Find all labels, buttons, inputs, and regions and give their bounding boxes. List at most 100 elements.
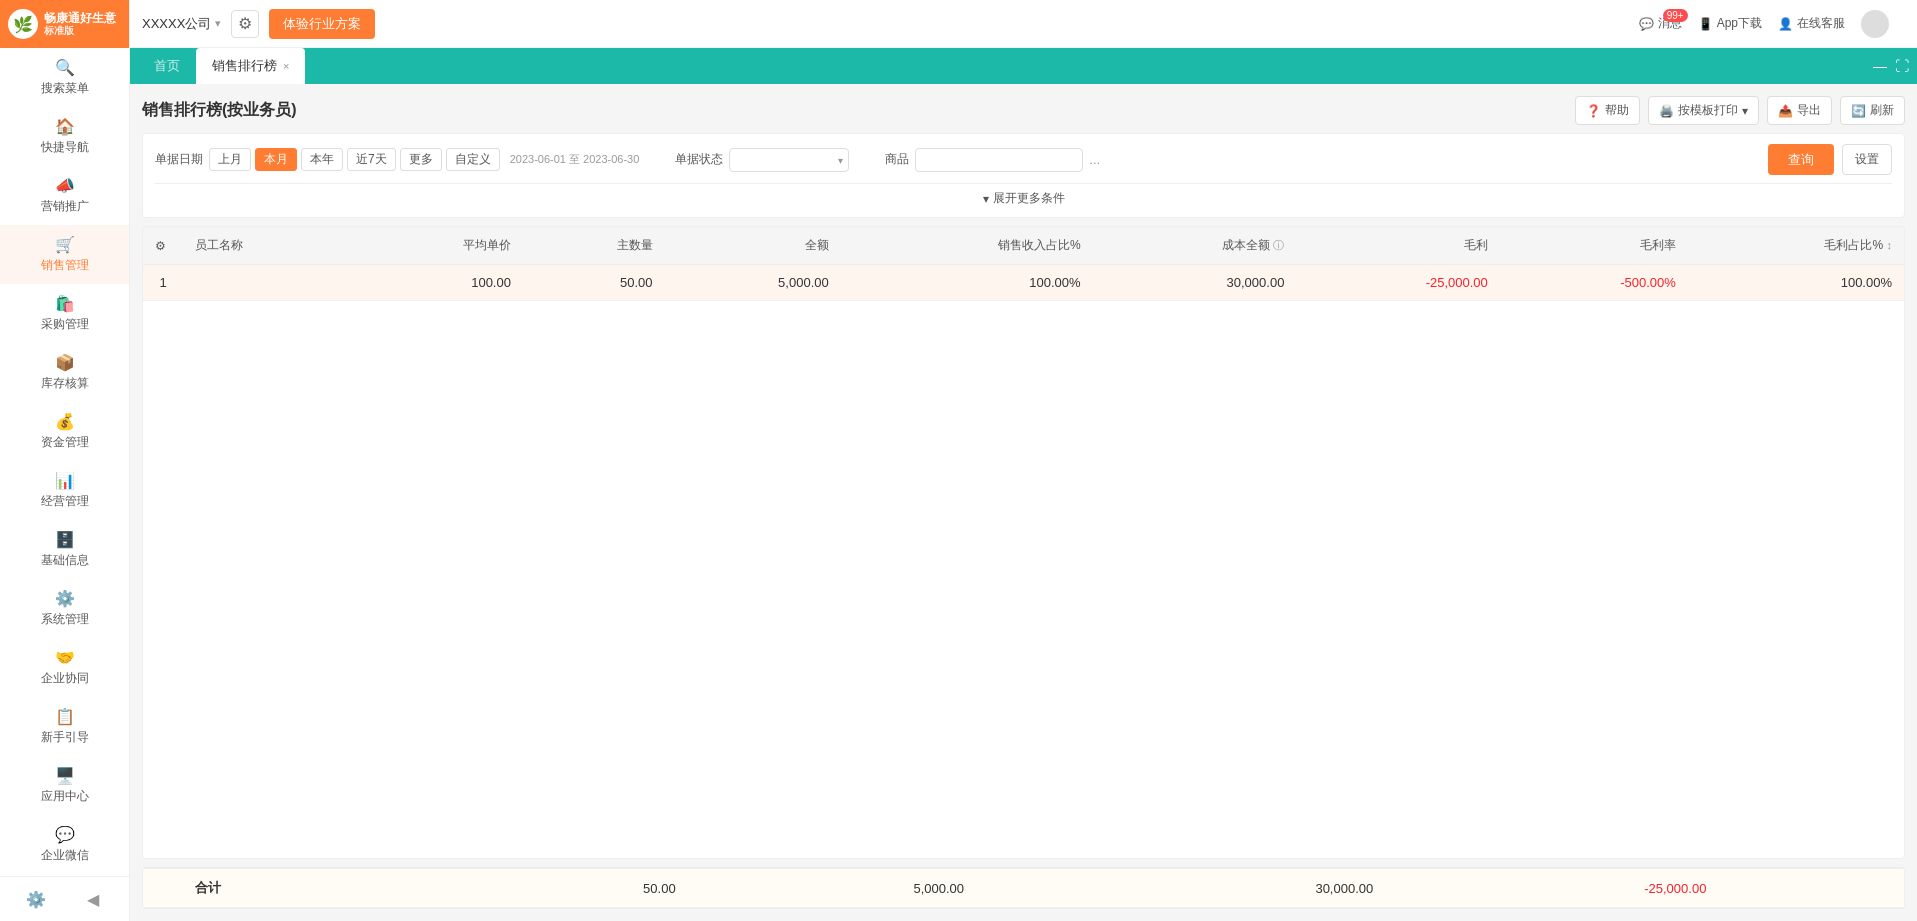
footer-cost: 30,000.00 [1069,869,1385,908]
sidebar-item-weixin[interactable]: 💬 企业微信 [0,815,129,874]
7days-btn[interactable]: 近7天 [347,148,396,171]
maximize-icon[interactable]: ⛶ [1895,58,1909,74]
logo: 🌿 畅康通好生意 标准版 [0,0,129,48]
print-chevron-icon: ▾ [1742,104,1748,118]
query-button[interactable]: 查询 [1768,144,1834,175]
goods-input[interactable] [915,148,1083,172]
date-range: 2023-06-01 至 2023-06-30 [510,152,640,167]
sidebar-item-system[interactable]: ⚙️ 系统管理 [0,579,129,638]
help-icon: ❓ [1586,104,1601,118]
print-button[interactable]: 🖨️ 按模板打印 ▾ [1648,96,1759,125]
settings-button[interactable]: 设置 [1842,144,1892,175]
footer-avg-price [376,869,469,908]
download-icon: 📱 [1698,17,1713,31]
sidebar-item-marketing[interactable]: 📣 营销推广 [0,166,129,225]
sidebar-item-system-label: 系统管理 [41,611,89,628]
minimize-icon[interactable]: — [1873,58,1887,74]
database-icon: 🗄️ [55,530,75,549]
footer-profit-rate [1718,869,1811,908]
employee-cell [183,265,353,301]
refresh-icon: 🔄 [1851,104,1866,118]
sidebar-item-collab[interactable]: 🤝 企业协同 [0,638,129,697]
sidebar-menu: 🔍 搜索菜单 🏠 快捷导航 📣 营销推广 🛒 销售管理 🛍️ 采购管理 📦 库存… [0,48,129,876]
help-button[interactable]: ❓ 帮助 [1575,96,1640,125]
sidebar-item-guide[interactable]: 📋 新手引导 [0,697,129,756]
th-profit: 毛利 [1296,227,1499,265]
sidebar-item-sales[interactable]: 🛒 销售管理 [0,225,129,284]
page-header: 销售排行榜(按业务员) ❓ 帮助 🖨️ 按模板打印 ▾ 📤 导出 🔄 刷新 [142,96,1905,125]
profit-rate-cell: -500.00% [1500,265,1688,301]
window-controls: — ⛶ [1873,58,1909,74]
tab-sales-rank[interactable]: 销售排行榜 × [196,48,305,84]
header-row: ⚙ 员工名称 平均单价 主数量 全额 销售收入占比% 成本全额 ⓘ 毛利 毛利率 [143,227,1904,265]
avatar[interactable] [1861,10,1889,38]
export-button[interactable]: 📤 导出 [1767,96,1832,125]
online-service-button[interactable]: 👤 在线客服 [1778,15,1845,32]
table-header: ⚙ 员工名称 平均单价 主数量 全额 销售收入占比% 成本全额 ⓘ 毛利 毛利率 [143,227,1904,265]
tab-home-label: 首页 [154,57,180,75]
service-icon: 👤 [1778,17,1793,31]
message-badge: 99+ [1663,9,1688,22]
status-label: 单据状态 [675,151,723,168]
sidebar-item-finance[interactable]: 💰 资金管理 [0,402,129,461]
tab-close-icon[interactable]: × [283,60,289,72]
sidebar-item-search[interactable]: 🔍 搜索菜单 [0,48,129,107]
sidebar-item-marketing-label: 营销推广 [41,198,89,215]
sidebar-item-appstore-label: 应用中心 [41,788,89,805]
sidebar-item-quicknav[interactable]: 🏠 快捷导航 [0,107,129,166]
cost-info-icon[interactable]: ⓘ [1273,239,1284,251]
custom-date-btn[interactable]: 自定义 [446,148,500,171]
table-row: 1 100.00 50.00 5,000.00 100.00% 30,000.0… [143,265,1904,301]
profit-pct-cell: 100.00% [1688,265,1904,301]
sidebar-item-inventory[interactable]: 📦 库存核算 [0,343,129,402]
th-settings-icon: ⚙ [143,227,183,265]
cost-cell: 30,000.00 [1093,265,1297,301]
trial-button[interactable]: 体验行业方案 [269,9,375,39]
expand-down-icon: ▾ [983,192,989,206]
message-button[interactable]: 💬 消息 99+ [1639,15,1682,32]
sidebar-item-operation-label: 经营管理 [41,493,89,510]
tabbar: 首页 销售排行榜 × — ⛶ [130,48,1917,84]
footer-amount: 5,000.00 [688,869,976,908]
topbar-settings-icon[interactable]: ⚙ [231,10,259,38]
expand-button[interactable]: ▾ 展开更多条件 [983,190,1065,207]
more-date-btn[interactable]: 更多 [400,148,442,171]
company-name: XXXXX公司 [142,15,211,33]
topbar-right: 💬 消息 99+ 📱 App下载 👤 在线客服 [1639,10,1905,38]
tab-home[interactable]: 首页 [138,48,196,84]
sidebar-item-weixin-label: 企业微信 [41,847,89,864]
topbar: XXXXX公司 ▾ ⚙ 体验行业方案 💬 消息 99+ 📱 App下载 👤 在线… [130,0,1917,48]
export-icon: 📤 [1778,104,1793,118]
company-selector[interactable]: XXXXX公司 ▾ [142,15,221,33]
this-year-btn[interactable]: 本年 [301,148,343,171]
footer-qty: 50.00 [469,869,688,908]
tab-sales-rank-label: 销售排行榜 [212,57,277,75]
app-download-button[interactable]: 📱 App下载 [1698,15,1762,32]
sidebar-item-quicknav-label: 快捷导航 [41,139,89,156]
goods-more-icon[interactable]: ... [1089,152,1100,167]
sidebar-item-sales-label: 销售管理 [41,257,89,274]
filter-row: 单据日期 上月 本月 本年 近7天 更多 自定义 2023-06-01 至 20… [155,144,1892,175]
footer-row: 合计 50.00 5,000.00 30,000.00 -25,000.00 [143,869,1904,908]
sidebar-item-finance-label: 资金管理 [41,434,89,451]
bag-icon: 🛍️ [55,294,75,313]
sidebar-item-purchase[interactable]: 🛍️ 采购管理 [0,284,129,343]
footer-empty [143,869,183,908]
filter-expand-row: ▾ 展开更多条件 [155,183,1892,207]
filter-action-buttons: 查询 设置 [1768,144,1892,175]
column-settings-icon[interactable]: ⚙ [155,239,166,253]
refresh-button[interactable]: 🔄 刷新 [1840,96,1905,125]
settings-footer-icon[interactable]: ⚙️ [22,885,50,913]
status-select[interactable] [729,148,849,172]
this-month-btn[interactable]: 本月 [255,148,297,171]
logo-title: 畅康通好生意 [44,11,116,25]
search-icon: 🔍 [55,58,75,77]
table-body: 1 100.00 50.00 5,000.00 100.00% 30,000.0… [143,265,1904,301]
sidebar-item-basic[interactable]: 🗄️ 基础信息 [0,520,129,579]
date-filter: 单据日期 上月 本月 本年 近7天 更多 自定义 2023-06-01 至 20… [155,148,639,171]
sidebar-item-appstore[interactable]: 🖥️ 应用中心 [0,756,129,815]
collapse-icon[interactable]: ◀ [79,885,107,913]
profit-pct-sort-icon[interactable]: ↕ [1887,239,1893,251]
last-month-btn[interactable]: 上月 [209,148,251,171]
sidebar-item-operation[interactable]: 📊 经营管理 [0,461,129,520]
